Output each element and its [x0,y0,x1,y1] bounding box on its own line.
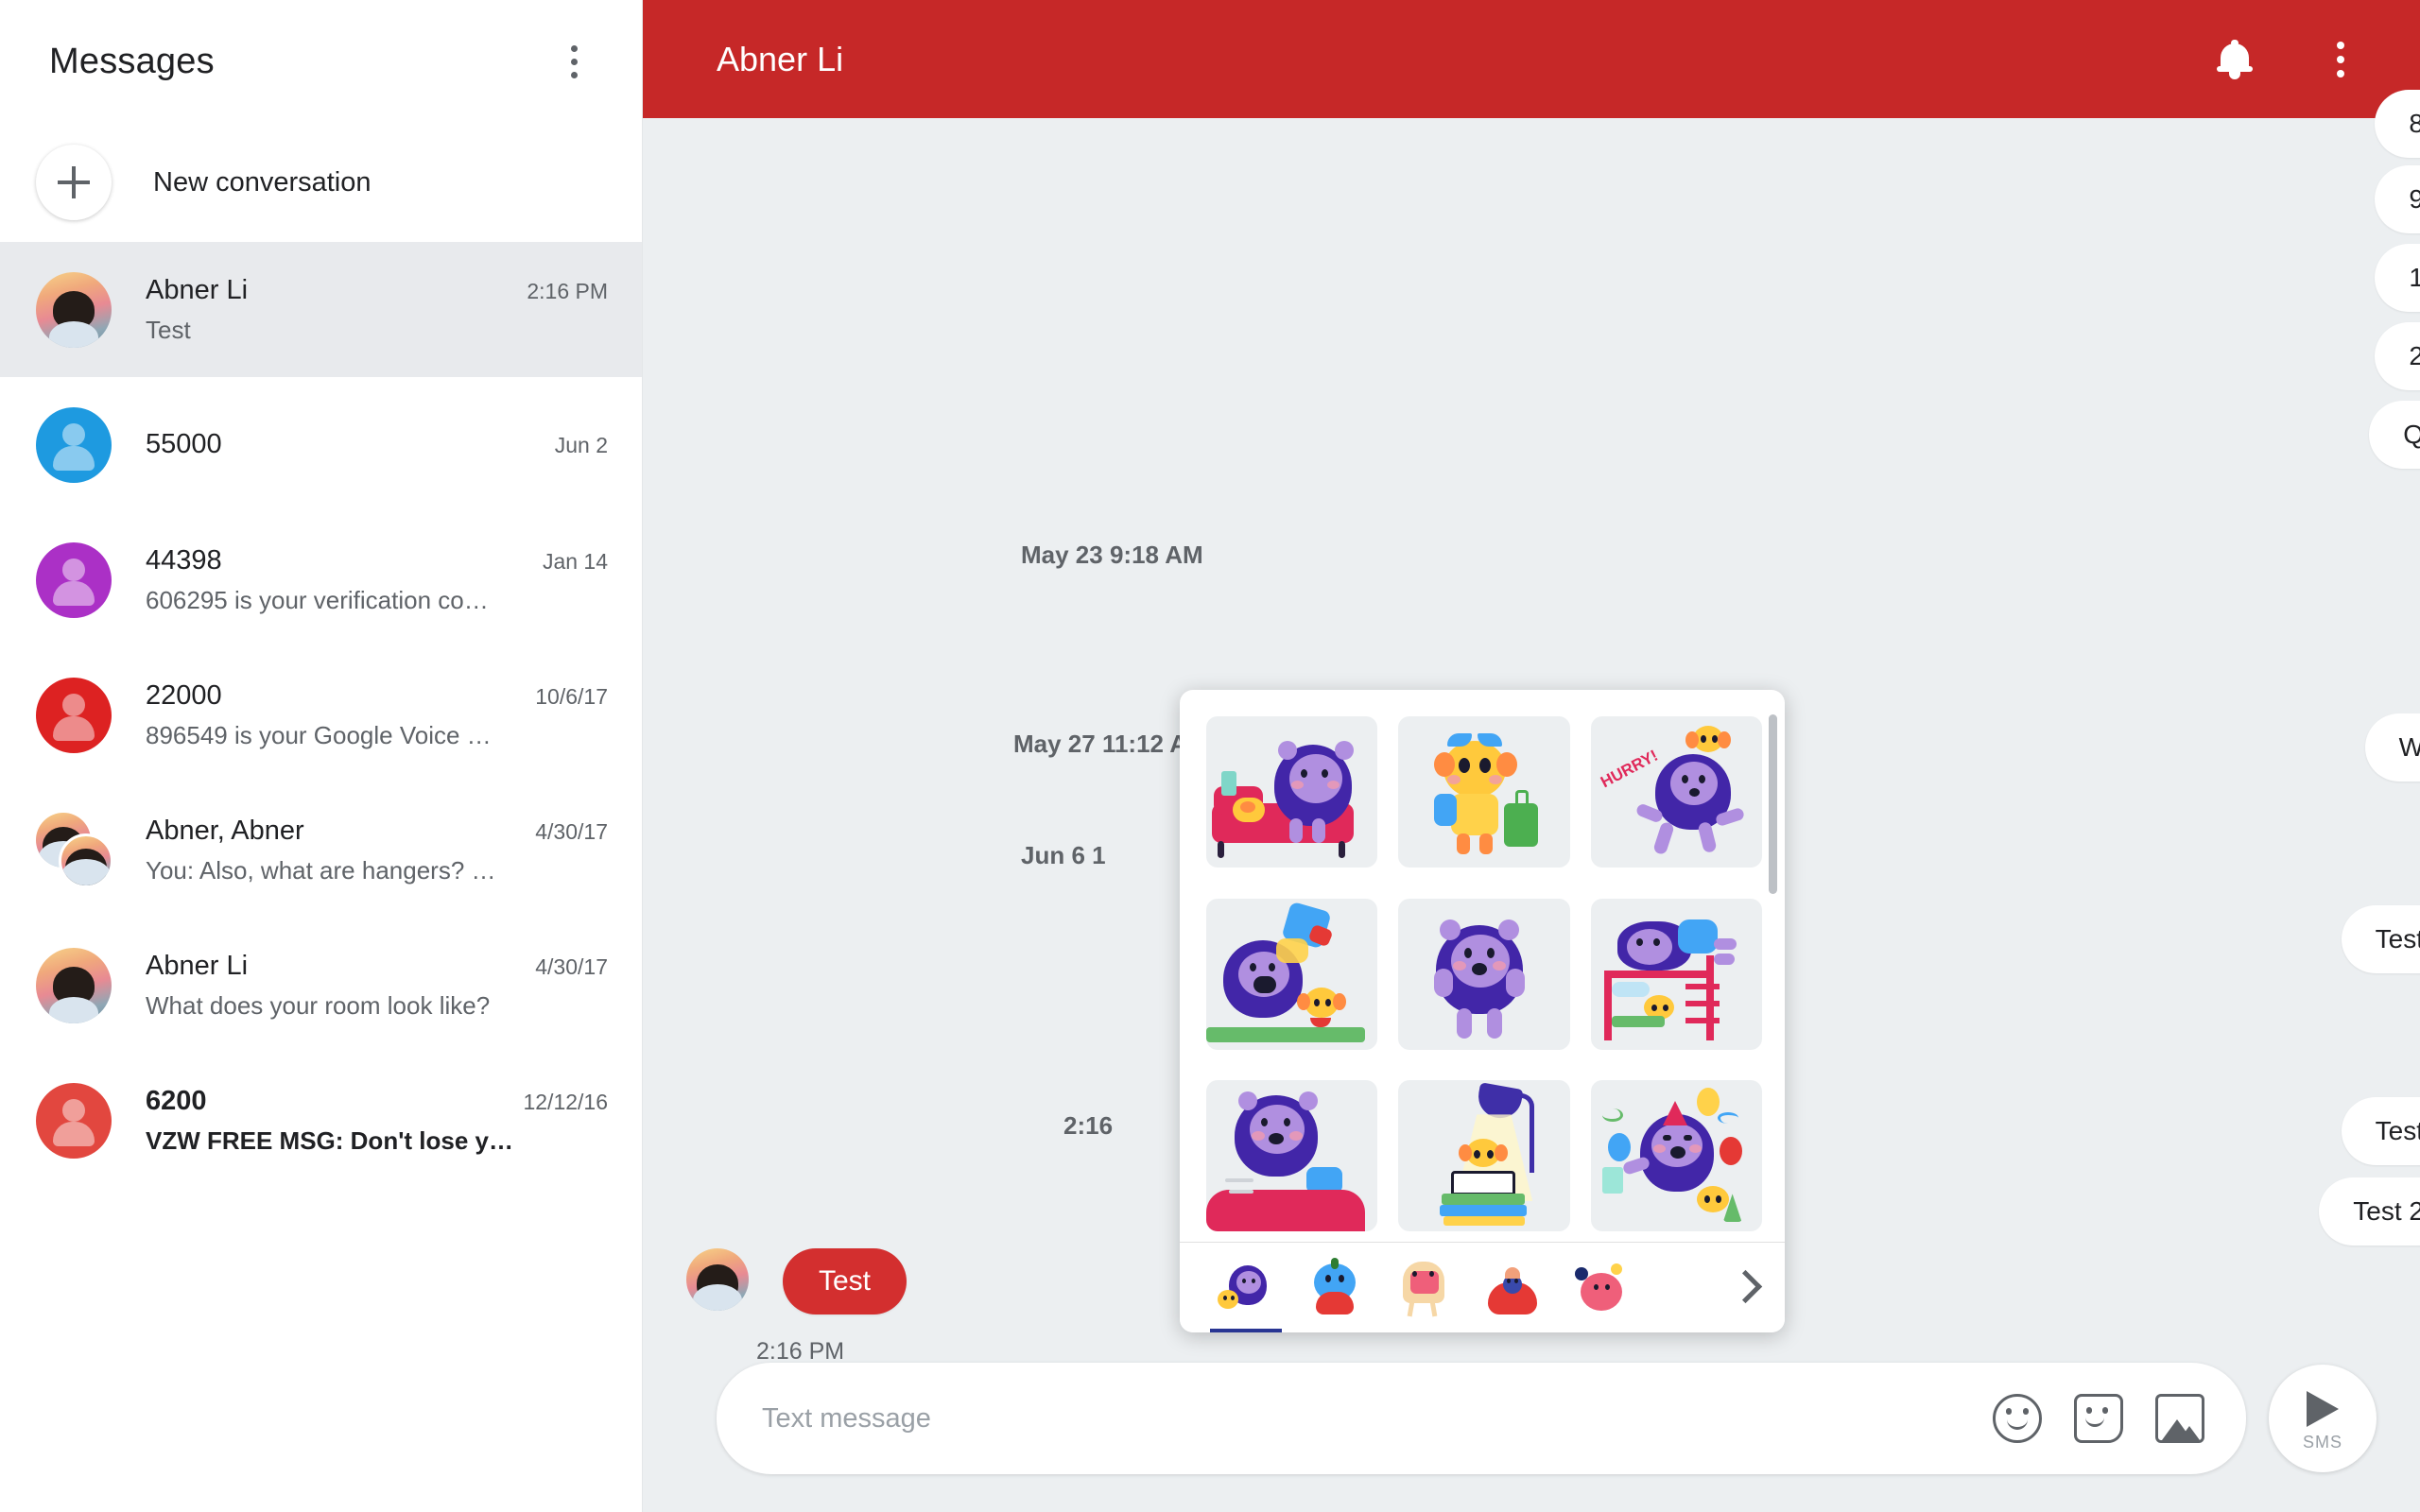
conversation-name: 55000 [146,429,222,459]
avatar [36,947,112,1023]
sticker-couch-lounging[interactable] [1206,716,1378,868]
message-row-incoming[interactable]: Test [686,1248,908,1314]
message-thread[interactable]: May 23 9:18 AM May 27 11:12 AM Jun 6 1 2… [643,90,2420,1512]
message-bubble-outgoing[interactable]: Test [2341,905,2420,973]
sticker-car-driving[interactable] [1206,1080,1378,1232]
sticker-tab-blue-bird[interactable] [1305,1257,1365,1318]
message-bubble-incoming[interactable]: Test [783,1248,908,1314]
sticker-tab-blob-pair[interactable] [1210,1258,1282,1332]
sticker-snack-popcorn[interactable] [1206,898,1378,1050]
sidebar-header: Messages [0,0,642,123]
sticker-hurry-running[interactable]: HURRY! [1590,716,1762,868]
sticker-tab-toast[interactable] [1393,1258,1454,1318]
avatar [686,1248,749,1311]
conversation-time: 4/30/17 [535,818,608,844]
image-icon[interactable] [2155,1394,2204,1443]
message-bubble-outgoing[interactable]: W [2364,713,2420,782]
conversation-time: 10/6/17 [535,683,608,709]
new-conversation-label: New conversation [153,166,372,198]
conversation-snippet: What does your room look like? [146,990,491,1020]
bell-icon[interactable] [2201,26,2269,94]
conversation-item-22000[interactable]: 22000 10/6/17 896549 is your Google Voic… [0,647,642,782]
sticker-tab-pink-blob[interactable] [1571,1258,1632,1318]
avatar-person-icon [36,541,112,618]
conversation-sidebar: Messages New conversation Abner Li 2:16 … [0,0,643,1512]
conversation-item-abner-li-1[interactable]: Abner Li 2:16 PM Test [0,242,642,377]
sticker-reading-lamp[interactable] [1398,1080,1570,1232]
kebab-menu-icon[interactable] [2307,26,2375,94]
kebab-menu-icon[interactable] [547,35,600,88]
sticker-icon[interactable] [2074,1394,2123,1443]
message-bubble-outgoing[interactable]: Test [2341,1097,2420,1165]
conversation-item-6200[interactable]: 6200 12/12/16 VZW FREE MSG: Don't lose y… [0,1053,642,1188]
page-title: Messages [49,41,215,81]
app-bar: Abner Li [643,0,2420,118]
conversation-item-44398[interactable]: 44398 Jan 14 606295 is your verification… [0,512,642,647]
message-composer: SMS [717,1363,2377,1474]
date-separator: May 27 11:12 AM [1013,730,1208,758]
conversation-title: Abner Li [717,39,844,78]
conversation-snippet: 606295 is your verification co… [146,585,489,614]
chevron-right-icon[interactable] [1724,1268,1764,1308]
conversation-name: 44398 [146,544,222,576]
avatar-person-icon [36,406,112,483]
sticker-shy-standing[interactable] [1398,898,1570,1050]
date-separator: Jun 6 1 [1021,841,1106,869]
send-button[interactable]: SMS [2269,1365,2377,1472]
conversation-snippet: You: Also, what are hangers? … [146,855,496,885]
date-separator: 2:16 [1063,1111,1114,1140]
conversation-name: Abner Li [146,274,249,305]
sticker-scrollbar[interactable] [1769,714,1777,894]
conversation-item-55000[interactable]: 55000 Jun 2 [0,377,642,512]
sticker-party-balloons[interactable] [1590,1080,1762,1232]
conversation-snippet: VZW FREE MSG: Don't lose y… [146,1125,513,1155]
sticker-picker-panel[interactable]: HURRY! [1180,690,1785,1332]
emoji-icon[interactable] [1993,1394,2042,1443]
avatar-person-icon [36,1082,112,1159]
send-arrow-icon [2307,1390,2339,1427]
messages-app: Messages New conversation Abner Li 2:16 … [0,0,2420,1512]
conversation-time: Jan 14 [542,548,608,574]
sticker-tab-red-hero[interactable] [1482,1258,1543,1318]
sticker-bunk-bed[interactable] [1590,898,1762,1050]
avatar-group [36,812,113,888]
conversation-time: Jun 2 [554,433,608,457]
sticker-category-tabs [1180,1242,1785,1332]
message-bubble-outgoing[interactable]: 2 [2375,322,2420,390]
conversation-name: Abner, Abner [146,815,304,846]
conversation-item-abner-li-2[interactable]: Abner Li 4/30/17 What does your room loo… [0,918,642,1053]
conversation-snippet: Test [146,315,191,344]
conversation-item-abner-abner[interactable]: Abner, Abner 4/30/17 You: Also, what are… [0,782,642,918]
sticker-traveler-suitcase[interactable] [1398,716,1570,868]
message-bubble-outgoing[interactable]: 1 [2375,244,2420,312]
conversation-time: 12/12/16 [523,1089,608,1114]
date-separator: May 23 9:18 AM [1021,541,1203,569]
send-label: SMS [2302,1432,2342,1452]
message-timestamp: 2:16 PM [756,1338,845,1365]
conversation-time: 4/30/17 [535,954,608,979]
conversation-name: 6200 [146,1085,207,1116]
message-bubble-outgoing[interactable]: Test 2 [2319,1177,2420,1246]
message-bubble-outgoing[interactable]: 9 [2375,165,2420,233]
new-conversation-button[interactable]: New conversation [0,123,642,242]
message-bubble-outgoing[interactable]: Q [2369,401,2420,469]
avatar [36,271,112,348]
conversation-time: 2:16 PM [527,278,608,303]
composer-field[interactable] [717,1363,2246,1474]
conversation-name: 22000 [146,679,222,711]
sticker-caption: HURRY! [1597,746,1661,792]
conversation-panel: Abner Li May 23 9:18 AM May 27 11:12 AM … [643,0,2420,1512]
search-input[interactable] [762,1402,1993,1435]
conversation-list: Abner Li 2:16 PM Test 55000 Jun 2 44398 … [0,242,642,1188]
conversation-name: Abner Li [146,950,249,981]
plus-icon[interactable] [36,145,112,220]
avatar-person-icon [36,677,112,753]
conversation-snippet: 896549 is your Google Voice … [146,720,492,749]
sticker-grid: HURRY! [1180,690,1785,1242]
